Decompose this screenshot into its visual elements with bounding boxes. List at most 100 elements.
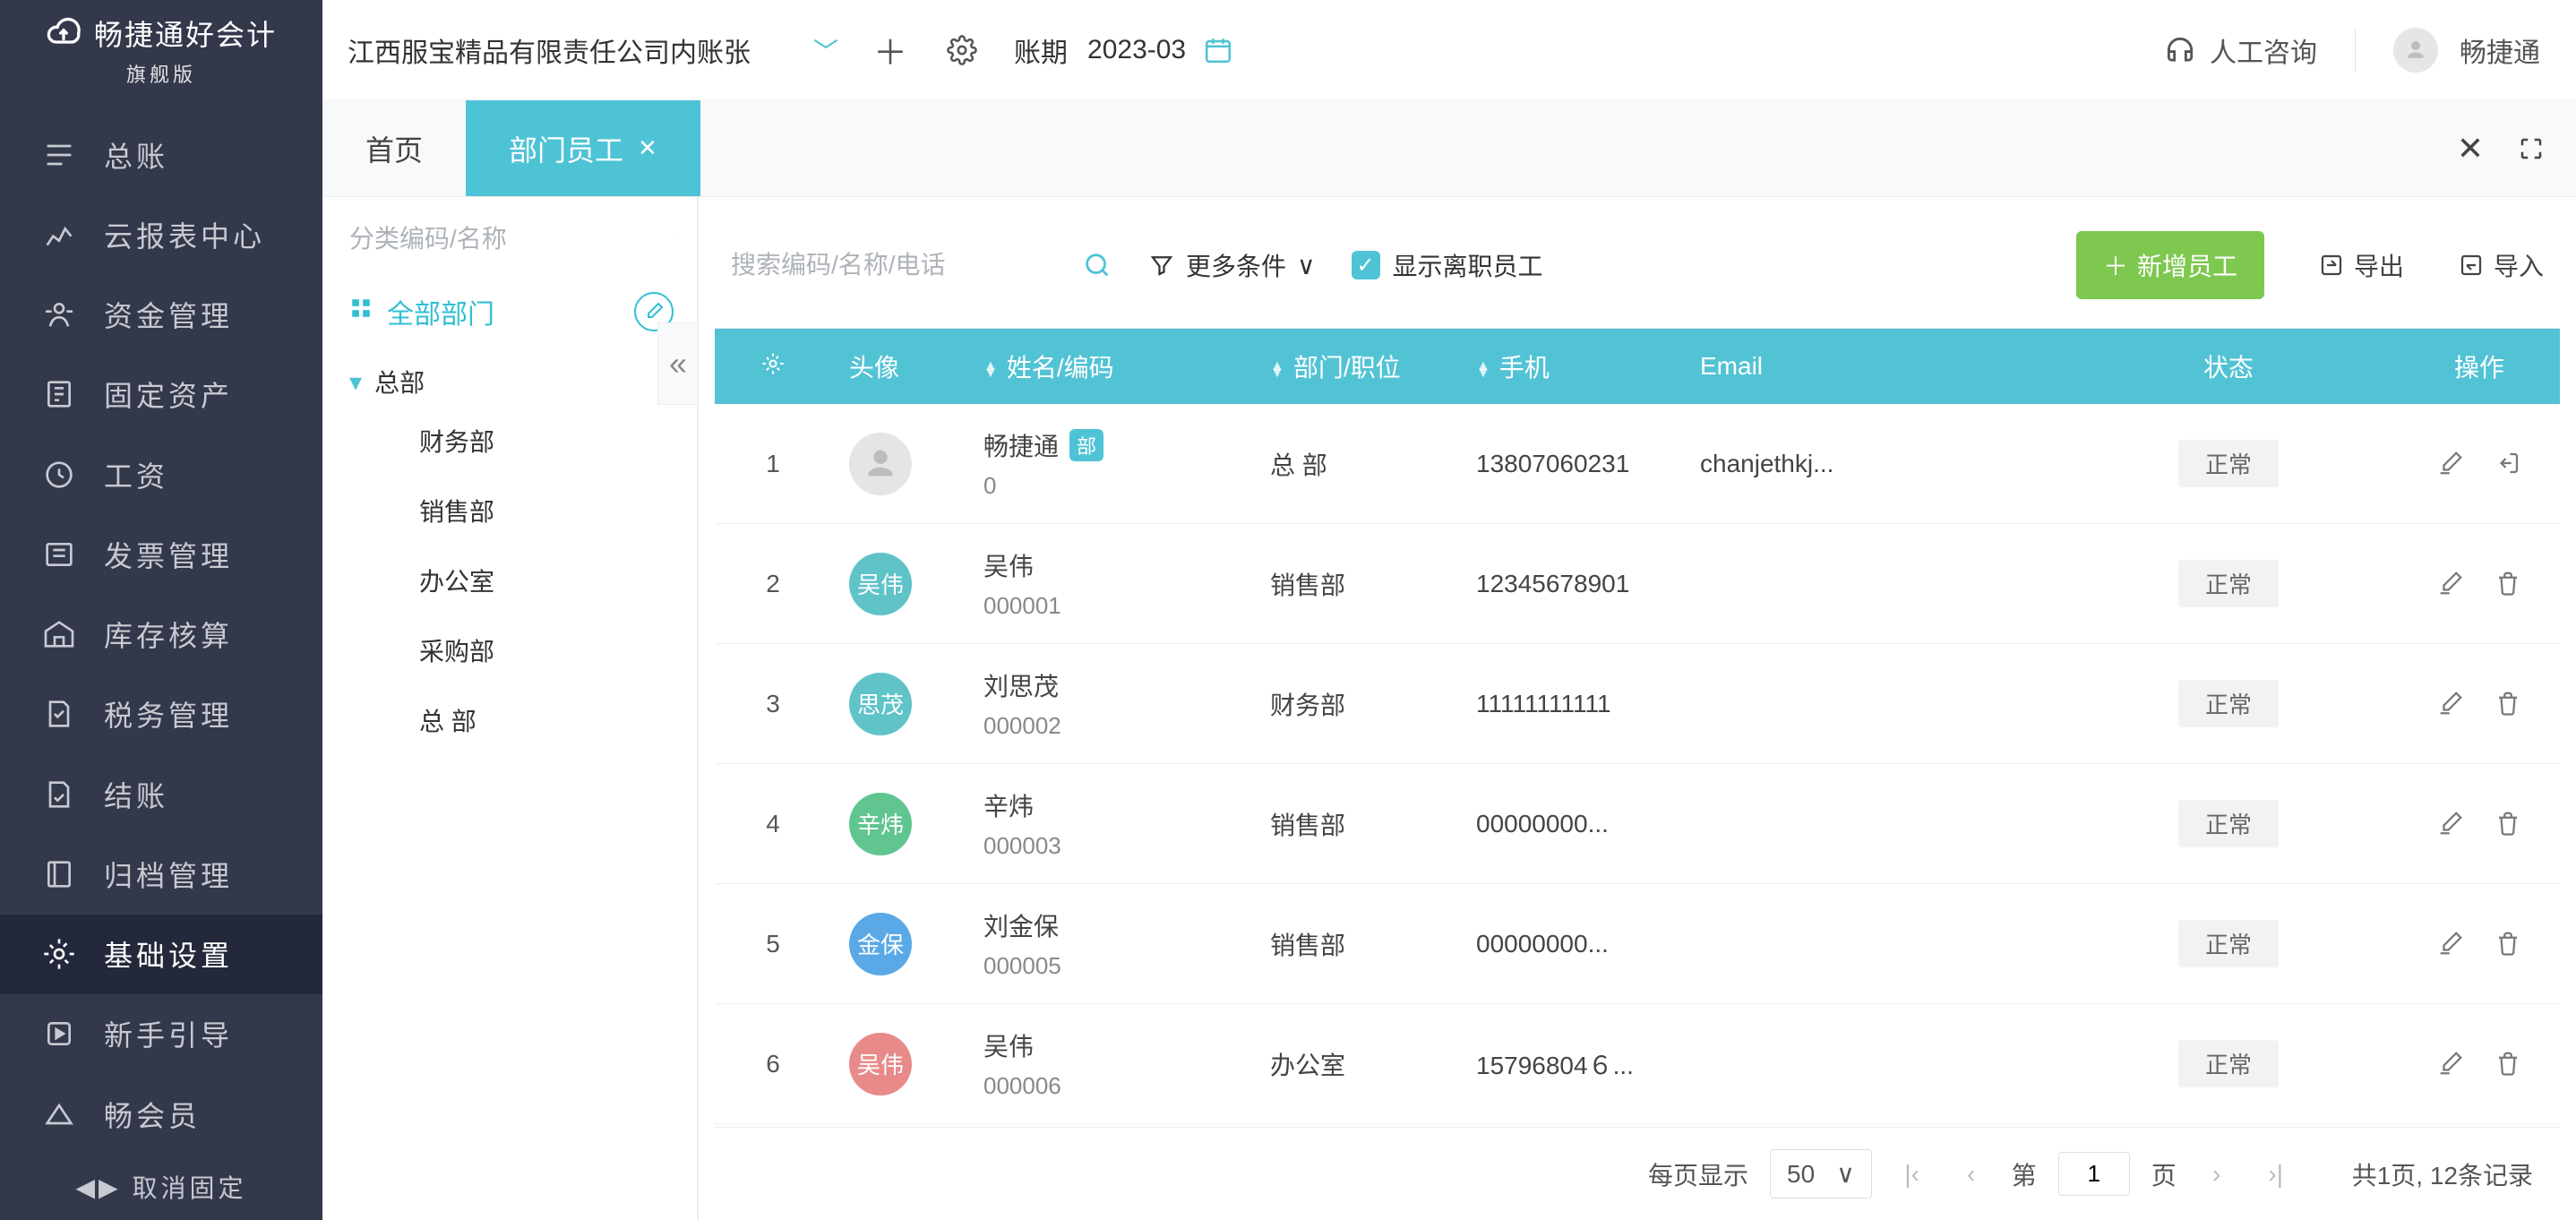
next-page[interactable]: › [2198,1156,2236,1193]
company-select[interactable]: 江西服宝精品有限责任公司内账张 [348,30,751,70]
page-size-select[interactable]: 50∨ [1770,1149,1872,1199]
plus-icon[interactable]: ＋ [871,30,910,70]
period-value[interactable]: 2023-03 [1087,35,1186,65]
search-icon[interactable] [1082,250,1112,280]
nav-item-12[interactable]: 畅会员 [0,1074,322,1154]
brand: 畅捷通好会计 旗舰版 [0,0,322,100]
tab-0[interactable]: 首页 [322,100,466,196]
page-input[interactable] [2058,1152,2130,1196]
delete-row-icon[interactable] [2490,925,2526,961]
nav-icon [41,696,77,732]
search-icon[interactable] [673,224,674,254]
nav-item-4[interactable]: 工资 [0,434,322,514]
tree-item[interactable]: 办公室 [419,563,674,598]
page-tabs: 首页部门员工✕ ✕ [322,100,2576,197]
emp-name: 吴伟 [983,547,1034,583]
emp-dept: 销售部 [1252,524,1458,644]
all-depts-label[interactable]: 全部部门 [387,292,494,331]
tree-item[interactable]: 采购部 [419,632,674,668]
delete-row-icon[interactable] [2490,805,2526,841]
row-index: 3 [715,644,831,764]
nav-item-5[interactable]: 发票管理 [0,514,322,594]
emp-email [1682,1004,2058,1124]
tree-item[interactable]: 财务部 [419,423,674,459]
status-badge: 正常 [2178,920,2279,967]
edit-row-icon[interactable] [2433,925,2469,961]
table-row: 4 辛炜 辛炜000003 销售部 00000000... 正常 [715,764,2560,884]
emp-code: 0 [983,472,1234,500]
status-badge: 正常 [2178,440,2279,487]
brand-sub: 旗舰版 [126,59,196,88]
more-conditions[interactable]: 更多条件 ∨ [1148,247,1316,283]
delete-row-icon[interactable] [2490,1045,2526,1081]
nav-icon [41,1016,77,1052]
delete-row-icon[interactable] [2490,565,2526,601]
add-employee-button[interactable]: ＋ 新增员工 [2076,231,2264,299]
edit-row-icon[interactable] [2433,1045,2469,1081]
export-button[interactable]: 导出 [2318,247,2404,283]
nav-icon [41,777,77,812]
nav-item-6[interactable]: 库存核算 [0,595,322,674]
table-row: 3 思茂 刘思茂000002 财务部 11111111111 正常 [715,644,2560,764]
nav-item-11[interactable]: 新手引导 [0,994,322,1074]
nav-item-8[interactable]: 结账 [0,754,322,834]
nav-item-7[interactable]: 税务管理 [0,674,322,754]
emp-phone: 12345678901 [1458,524,1682,644]
gear-icon[interactable] [942,30,982,70]
nav-icon [41,376,77,412]
col-dept[interactable]: ▲▼部门/职位 [1252,329,1458,404]
sidebar-collapse[interactable]: ◀▶取消固定 [0,1154,322,1220]
nav-item-9[interactable]: 归档管理 [0,834,322,914]
collapse-tree-icon[interactable]: « [657,322,699,405]
show-left-checkbox[interactable]: ✓ 显示离职员工 [1352,247,1543,283]
nav-item-1[interactable]: 云报表中心 [0,194,322,274]
chevron-down-icon[interactable]: ﹀ [813,32,838,68]
nav-item-3[interactable]: 固定资产 [0,355,322,434]
user-avatar[interactable] [2393,28,2438,73]
nav-item-2[interactable]: 资金管理 [0,275,322,355]
delete-row-icon[interactable] [2490,685,2526,721]
support-button[interactable]: 人工咨询 [2163,30,2317,70]
edit-row-icon[interactable] [2433,805,2469,841]
expand-icon[interactable] [2510,127,2553,170]
calendar-icon[interactable] [1198,30,1238,70]
chevron-down-icon: ∨ [1836,1159,1855,1189]
col-settings[interactable] [715,329,831,404]
employee-search-input[interactable] [731,251,1071,279]
nav-item-0[interactable]: 总账 [0,115,322,194]
edit-row-icon[interactable] [2433,685,2469,721]
tree-item[interactable]: 总 部 [419,702,674,738]
col-name[interactable]: ▲▼姓名/编码 [966,329,1252,404]
edit-row-icon[interactable] [2433,445,2469,481]
close-icon[interactable]: ✕ [2449,127,2492,170]
last-page[interactable]: ›| [2257,1156,2295,1193]
edit-row-icon[interactable] [2433,565,2469,601]
tree-item[interactable]: 销售部 [419,493,674,528]
emp-code: 000006 [983,1072,1234,1100]
prev-page[interactable]: ‹ [1953,1156,1990,1193]
emp-phone: 00000000... [1458,764,1682,884]
first-page[interactable]: |‹ [1893,1156,1931,1193]
logout-row-icon[interactable] [2490,445,2526,481]
dept-badge: 部 [1069,429,1103,461]
grid-icon [349,296,373,327]
close-tab-icon[interactable]: ✕ [638,134,657,162]
status-badge: 正常 [2178,800,2279,847]
emp-dept: 销售部 [1252,764,1458,884]
pager-summary: 共1页, 12条记录 [2352,1156,2533,1192]
import-button[interactable]: 导入 [2458,247,2544,283]
period-label: 账期 [1014,30,1068,70]
col-phone[interactable]: ▲▼手机 [1458,329,1682,404]
tab-1[interactable]: 部门员工✕ [466,100,700,196]
nav-item-10[interactable]: 基础设置 [0,915,322,994]
emp-code: 000003 [983,832,1234,860]
row-index: 1 [715,404,831,524]
plus-icon: ＋ [2103,247,2128,283]
row-index: 4 [715,764,831,884]
table-row: 5 金保 刘金保000005 销售部 00000000... 正常 [715,884,2560,1004]
emp-phone: 00000000... [1458,884,1682,1004]
user-name[interactable]: 畅捷通 [2460,30,2540,70]
tree-search-input[interactable] [349,225,673,253]
tree-root[interactable]: ▾总部 [349,364,674,400]
nav-icon [41,1096,77,1132]
